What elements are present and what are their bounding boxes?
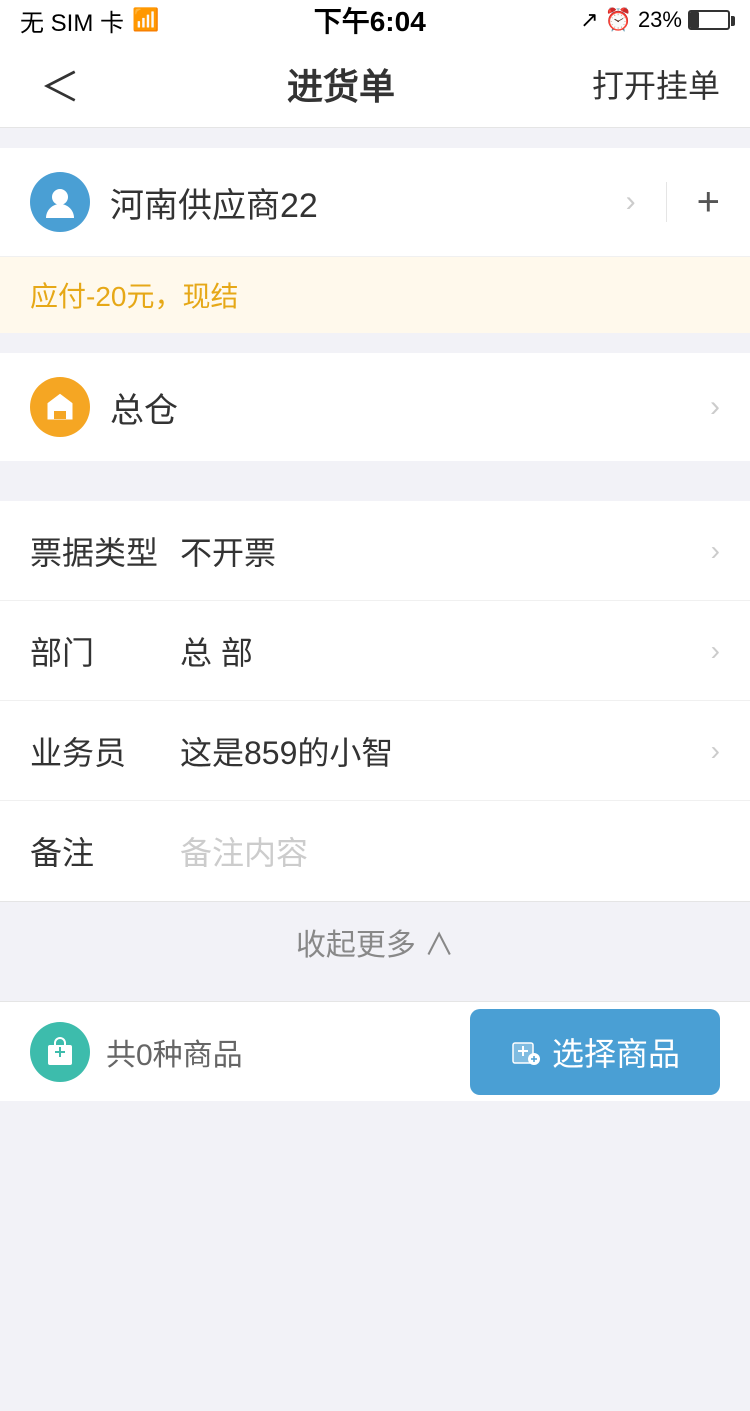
warehouse-chevron-icon: › [710, 390, 720, 424]
status-right: ↗ ⏰ 23% [580, 7, 730, 33]
notice-banner: 应付-20元，现结 [0, 257, 750, 333]
remark-input[interactable]: 备注内容 [170, 828, 720, 874]
separator-3 [0, 461, 750, 481]
collapse-button[interactable]: 收起更多 ∧ [0, 901, 750, 981]
warehouse-row[interactable]: 总仓 › [0, 353, 750, 461]
supplier-avatar [30, 172, 90, 232]
warehouse-name: 总仓 [110, 383, 710, 432]
alarm-icon: ⏰ [605, 7, 632, 33]
salesperson-chevron-icon: › [711, 735, 720, 767]
open-hangup-button[interactable]: 打开挂单 [592, 61, 720, 107]
battery-icon [688, 10, 730, 30]
warehouse-icon [42, 389, 78, 425]
page-title: 进货单 [287, 58, 395, 110]
invoice-type-value: 不开票 [170, 528, 711, 574]
remark-row[interactable]: 备注 备注内容 [0, 801, 750, 901]
separator-4 [0, 981, 750, 1001]
select-product-label: 选择商品 [552, 1029, 680, 1075]
add-product-icon [510, 1037, 540, 1067]
product-count-icon [30, 1022, 90, 1082]
shopping-bag-icon [43, 1035, 77, 1069]
status-bar: 无 SIM 卡 📶 下午6:04 ↗ ⏰ 23% [0, 0, 750, 40]
invoice-type-row[interactable]: 票据类型 不开票 › [0, 501, 750, 601]
invoice-type-label: 票据类型 [30, 528, 170, 574]
empty-area [0, 1101, 750, 1411]
supplier-section: 河南供应商22 › + 应付-20元，现结 [0, 148, 750, 333]
nav-bar: ＜ 进货单 打开挂单 [0, 40, 750, 128]
status-time: 下午6:04 [314, 0, 426, 40]
location-icon: ↗ [580, 7, 598, 33]
department-row[interactable]: 部门 总 部 › [0, 601, 750, 701]
warehouse-section[interactable]: 总仓 › [0, 353, 750, 461]
department-value: 总 部 [170, 628, 711, 674]
separator-2 [0, 333, 750, 353]
back-button[interactable]: ＜ [30, 45, 90, 123]
product-count-text: 共0种商品 [106, 1030, 243, 1074]
notice-text: 应付-20元，现结 [30, 281, 238, 312]
bottom-bar: 共0种商品 选择商品 [0, 1001, 750, 1101]
wifi-icon: 📶 [132, 7, 159, 33]
salesperson-label: 业务员 [30, 728, 170, 774]
carrier-text: 无 SIM 卡 [20, 3, 124, 38]
person-icon [42, 184, 78, 220]
department-chevron-icon: › [711, 635, 720, 667]
supplier-chevron-icon: › [626, 185, 636, 219]
add-supplier-button[interactable]: + [697, 180, 720, 225]
vertical-divider [666, 182, 667, 222]
department-label: 部门 [30, 628, 170, 674]
salesperson-value: 这是859的小智 [170, 728, 711, 774]
invoice-type-chevron-icon: › [711, 535, 720, 567]
supplier-row[interactable]: 河南供应商22 › + [0, 148, 750, 257]
warehouse-avatar [30, 377, 90, 437]
supplier-name: 河南供应商22 [110, 178, 626, 227]
salesperson-row[interactable]: 业务员 这是859的小智 › [0, 701, 750, 801]
separator-1 [0, 128, 750, 148]
remark-label: 备注 [30, 828, 170, 874]
form-section: 票据类型 不开票 › 部门 总 部 › 业务员 这是859的小智 › 备注 备注… [0, 501, 750, 901]
status-left: 无 SIM 卡 📶 [20, 3, 159, 38]
select-product-button[interactable]: 选择商品 [470, 1009, 720, 1095]
collapse-label: 收起更多 ∧ [296, 920, 454, 964]
battery-percent: 23% [638, 7, 682, 33]
product-count-area: 共0种商品 [30, 1022, 243, 1082]
